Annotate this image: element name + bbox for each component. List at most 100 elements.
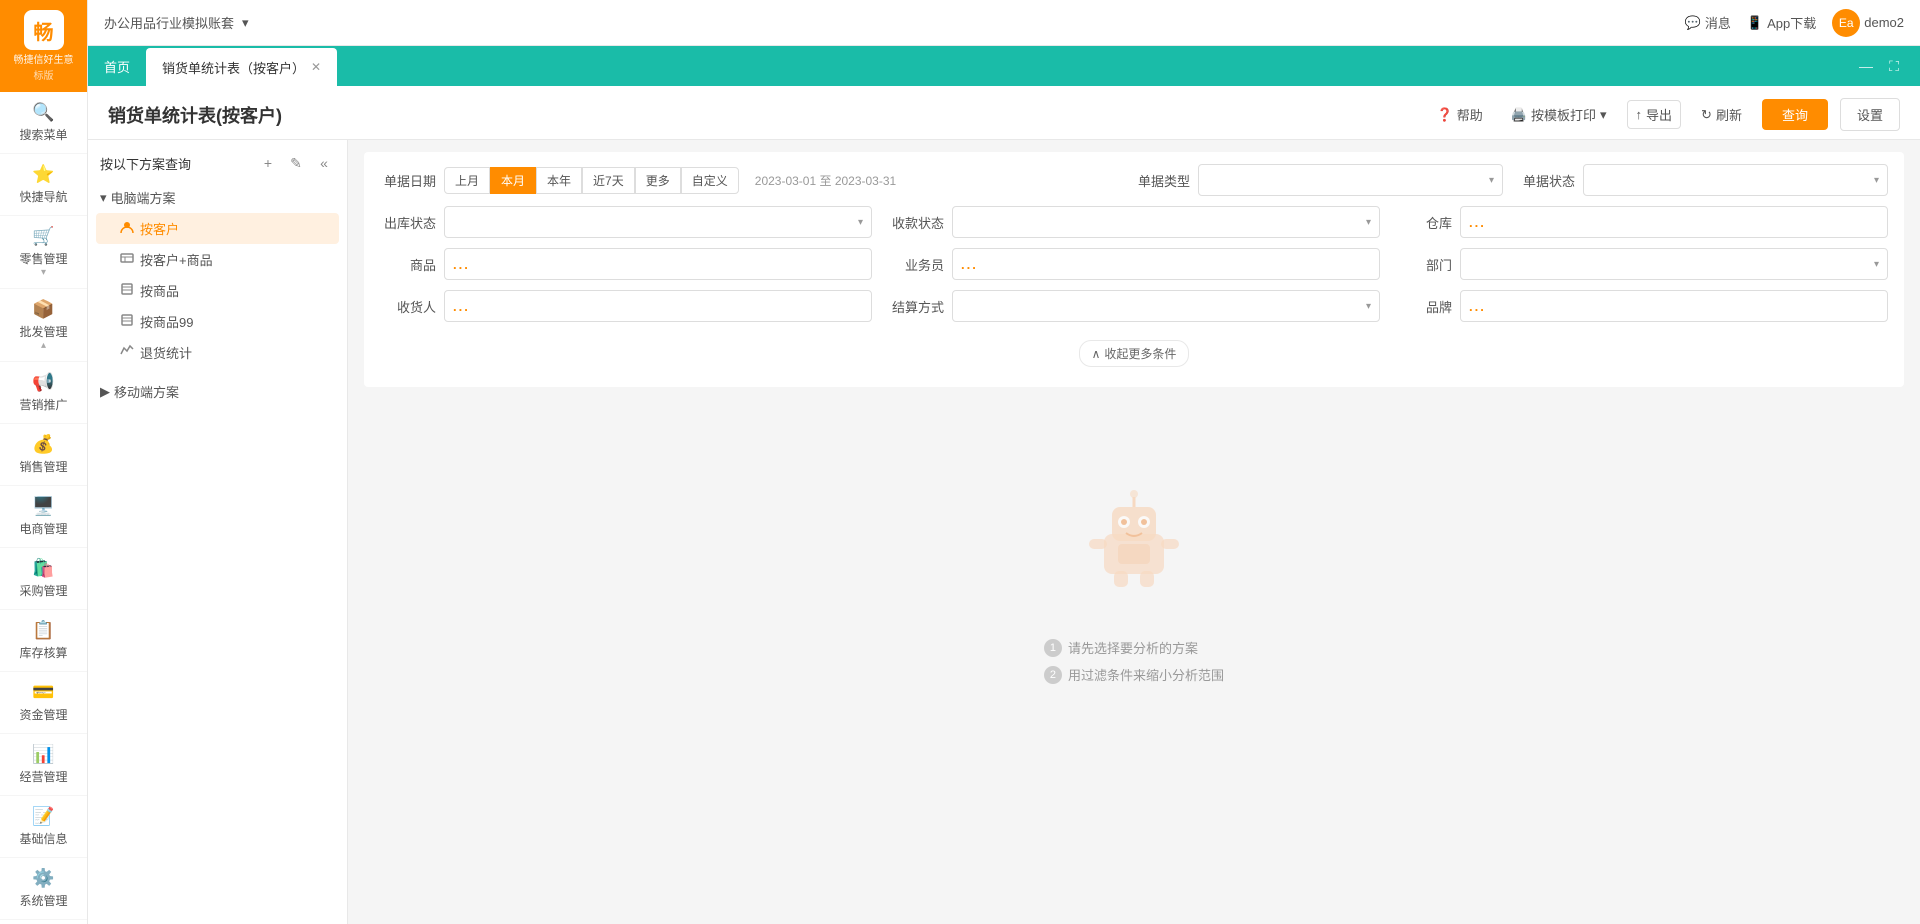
warehouse-input[interactable]: ... [1460,206,1888,238]
help-button[interactable]: ❓ 帮助 [1429,101,1491,128]
collapse-filters-button[interactable]: ∧ 收起更多条件 [1079,340,1190,367]
industry-label: 办公用品行业模拟账套 [104,13,234,32]
by-product-99-icon [120,313,134,330]
settlement-input[interactable]: ▾ [952,290,1380,322]
sidebar-item-wholesale[interactable]: 📦 批发管理 ▴ [0,289,87,362]
tab-sales-stats[interactable]: 销货单统计表（按客户） ✕ [146,48,337,86]
plan-item-by-product[interactable]: 按商品 [96,275,339,306]
by-product-99-label: 按商品99 [140,312,193,331]
product-label: 商品 [380,255,436,274]
sidebar-item-sales[interactable]: 💰 销售管理 [0,424,87,486]
date-last-month[interactable]: 上月 [444,167,490,194]
desktop-plan-group: ▾ 电脑端方案 按客户 [88,182,347,368]
collapse-icon: « [320,155,328,171]
sidebar-item-retail[interactable]: 🛒 零售管理 ▾ [0,216,87,289]
topbar-message[interactable]: 💬 消息 [1685,13,1731,32]
empty-state-icon [1074,479,1194,618]
sidebar-item-finance[interactable]: 💳 资金管理 [0,672,87,734]
right-panel: 单据日期 上月 本月 本年 近7天 更多 自定义 2023-03-01 至 20… [348,140,1920,924]
out-status-label: 出库状态 [380,213,436,232]
salesperson-label: 业务员 [888,255,944,274]
filter-type: 单据类型 ▾ [1134,164,1503,196]
print-button[interactable]: 🖨️ 按模板打印 ▾ [1503,101,1615,128]
sidebar-item-operations[interactable]: 📊 经营管理 [0,734,87,796]
filter-product: 商品 ... [380,248,872,280]
sidebar-item-marketing[interactable]: 📢 营销推广 [0,362,87,424]
plan-item-by-product-99[interactable]: 按商品99 [96,306,339,337]
status-input[interactable]: ▾ [1583,164,1888,196]
date-more[interactable]: 更多 [635,167,681,194]
window-minimize-button[interactable]: — [1856,56,1876,76]
by-product-icon [120,282,134,299]
return-stats-icon [120,344,134,361]
filter-consignee: 收货人 ... [380,290,872,322]
status-label: 单据状态 [1519,171,1575,190]
industry-dropdown-icon: ▾ [242,15,249,31]
date-this-month[interactable]: 本月 [490,167,536,194]
sales-stats-tab-label: 销货单统计表（按客户） [162,58,305,77]
mobile-group-header[interactable]: ▶ 移动端方案 [96,376,339,407]
setting-button[interactable]: 设置 [1840,98,1900,131]
type-dropdown-icon: ▾ [1489,175,1494,186]
marketing-icon: 📢 [32,372,54,393]
plan-item-return-stats[interactable]: 退货统计 [96,337,339,368]
date-this-year[interactable]: 本年 [536,167,582,194]
tab-close-icon[interactable]: ✕ [311,60,321,74]
mobile-group-arrow-icon: ▶ [100,384,110,400]
date-range-text: 2023-03-01 至 2023-03-31 [755,172,896,189]
filter-salesperson: 业务员 ... [888,248,1380,280]
add-plan-button[interactable]: + [257,152,279,174]
collapse-panel-button[interactable]: « [313,152,335,174]
filter-department: 部门 ▾ [1396,248,1888,280]
product-input[interactable]: ... [444,248,872,280]
tab-home[interactable]: 首页 [88,46,146,86]
export-button[interactable]: ↑ 导出 [1627,100,1682,129]
receipt-status-input[interactable]: ▾ [952,206,1380,238]
topbar-industry[interactable]: 办公用品行业模拟账套 ▾ [104,13,249,32]
filter-warehouse: 仓库 ... [1396,206,1888,238]
type-input[interactable]: ▾ [1198,164,1503,196]
sidebar-item-ecommerce[interactable]: 🖥️ 电商管理 [0,486,87,548]
logo-text: 畅捷信好生意 标版 [14,54,74,82]
tabbar: 首页 销货单统计表（按客户） ✕ — ⛶ [88,46,1920,86]
panel-title: 按以下方案查询 [100,154,191,173]
topbar-user[interactable]: Ea demo2 [1832,9,1904,37]
query-button[interactable]: 查询 [1762,99,1828,130]
out-status-input[interactable]: ▾ [444,206,872,238]
department-input[interactable]: ▾ [1460,248,1888,280]
receipt-status-dropdown-icon: ▾ [1366,217,1371,228]
sidebar-item-system[interactable]: ⚙️ 系统管理 [0,858,87,920]
date-filter-buttons: 上月 本月 本年 近7天 更多 自定义 [444,167,739,194]
filter-out-status: 出库状态 ▾ [380,206,872,238]
salesperson-input[interactable]: ... [952,248,1380,280]
status-dropdown-icon: ▾ [1874,175,1879,186]
return-stats-label: 退货统计 [140,343,192,362]
edit-plan-button[interactable]: ✎ [285,152,307,174]
date-last-7-days[interactable]: 近7天 [582,167,635,194]
plan-item-by-customer[interactable]: 按客户 [96,213,339,244]
filter-row-1: 单据日期 上月 本月 本年 近7天 更多 自定义 2023-03-01 至 20… [380,164,1888,196]
ecommerce-icon: 🖥️ [32,496,54,517]
sidebar-item-inventory[interactable]: 📋 库存核算 [0,610,87,672]
empty-tips: 1 请先选择要分析的方案 2 用过滤条件来缩小分析范围 [1044,638,1224,684]
by-customer-icon [120,220,134,237]
window-maximize-button[interactable]: ⛶ [1884,56,1904,76]
desktop-group-header[interactable]: ▾ 电脑端方案 [96,182,339,213]
consignee-dots: ... [453,299,470,314]
sidebar: 畅 畅捷信好生意 标版 🔍 搜索菜单 ⭐ 快捷导航 🛒 零售管理 ▾ 📦 批发管… [0,0,88,924]
sidebar-item-purchase[interactable]: 🛍️ 采购管理 [0,548,87,610]
consignee-input[interactable]: ... [444,290,872,322]
plan-item-by-customer-product[interactable]: 按客户+商品 [96,244,339,275]
sidebar-item-quicknav[interactable]: ⭐ 快捷导航 [0,154,87,216]
brand-input[interactable]: ... [1460,290,1888,322]
tip-num-2: 2 [1044,666,1062,684]
sidebar-item-basic[interactable]: 📝 基础信息 [0,796,87,858]
empty-state: 1 请先选择要分析的方案 2 用过滤条件来缩小分析范围 [364,399,1904,764]
wholesale-arrow: ▴ [41,340,46,351]
topbar-app-download[interactable]: 📱 App下载 [1747,13,1816,32]
sidebar-item-search[interactable]: 🔍 搜索菜单 [0,92,87,154]
date-custom[interactable]: 自定义 [681,167,739,194]
sidebar-item-enterprise[interactable]: 🤝 企业协同 [0,920,87,924]
refresh-button[interactable]: ↻ 刷新 [1693,101,1750,128]
app-download-icon: 📱 [1747,15,1763,31]
